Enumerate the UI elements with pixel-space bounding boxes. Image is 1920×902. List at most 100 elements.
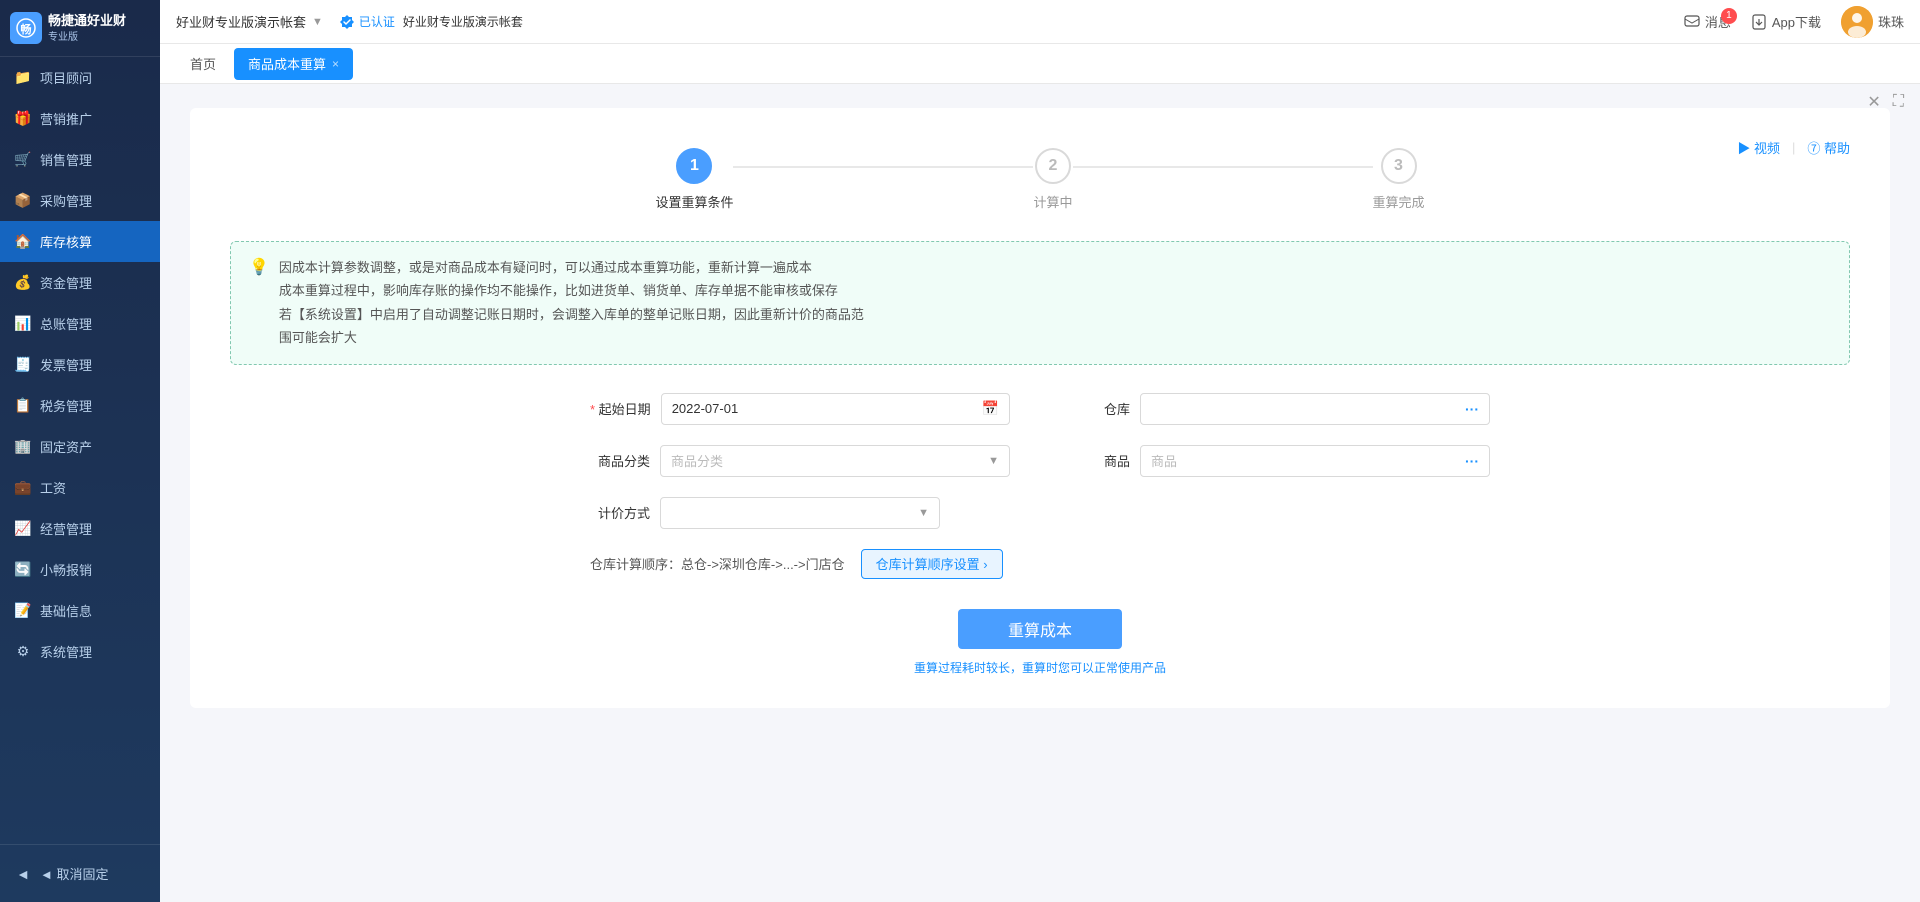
verified-text: 已认证 [359, 13, 395, 30]
marketing-icon: 🎁 [14, 110, 32, 128]
system-icon: ⚙ [14, 643, 32, 661]
logo-text: 畅捷通好业财 专业版 [48, 13, 126, 44]
sidebar-item-expense[interactable]: 🔄 小畅报销 [0, 549, 160, 590]
sidebar-item-inventory[interactable]: 🏠 库存核算 [0, 221, 160, 262]
recalc-section: 重算成本 重算过程耗时较长，重算时您可以正常使用产品 [590, 609, 1490, 676]
expense-icon: 🔄 [14, 561, 32, 579]
sales-icon: 🛒 [14, 151, 32, 169]
warehouse-more-btn[interactable]: ··· [1465, 401, 1479, 417]
warehouse-select[interactable]: ··· [1140, 393, 1490, 425]
account-name-display: 好业财专业版演示帐套 [176, 12, 306, 31]
finance-icon: 💰 [14, 274, 32, 292]
sidebar-item-label-tax: 税务管理 [40, 396, 92, 415]
sidebar-item-finance[interactable]: 💰 资金管理 [0, 262, 160, 303]
step-1: 1 设置重算条件 [655, 148, 733, 211]
pricing-select[interactable]: ▼ [660, 497, 940, 529]
app-download-button[interactable]: App下载 [1751, 12, 1821, 31]
form-container: 起始日期 📅 仓库 ··· [590, 393, 1490, 676]
sidebar-item-label-expense: 小畅报销 [40, 560, 92, 579]
purchase-icon: 📦 [14, 192, 32, 210]
sidebar-logo: 畅 畅捷通好业财 专业版 [0, 0, 160, 57]
sidebar-item-label-accounting: 总账管理 [40, 314, 92, 333]
sidebar-bottom: ◄ ◄ 取消固定 [0, 844, 160, 902]
step-2: 2 计算中 [1033, 148, 1072, 211]
warehouse-order-row: 仓库计算顺序：总仓->深圳仓库->...->门店仓 仓库计算顺序设置 › [590, 549, 1490, 579]
sidebar-item-assets[interactable]: 🏢 固定资产 [0, 426, 160, 467]
account-display-name: 好业财专业版演示帐套 [403, 13, 523, 30]
sidebar-item-operations[interactable]: 📈 经营管理 [0, 508, 160, 549]
product-more-btn[interactable]: ··· [1465, 453, 1479, 469]
category-row: 商品分类 商品分类 ▼ [590, 445, 1010, 477]
sidebar-item-marketing[interactable]: 🎁 营销推广 [0, 98, 160, 139]
operations-icon: 📈 [14, 520, 32, 538]
notification-count: 1 [1721, 8, 1737, 24]
user-name: 珠珠 [1878, 12, 1904, 31]
product-select[interactable]: 商品 ··· [1140, 445, 1490, 477]
unpin-label: ◄ 取消固定 [40, 864, 108, 883]
sidebar-item-label-marketing: 营销推广 [40, 109, 92, 128]
notice-box: 💡 因成本计算参数调整，或是对商品成本有疑问时，可以通过成本重算功能，重新计算一… [230, 241, 1850, 365]
sidebar: 畅 畅捷通好业财 专业版 📁 项目顾问 🎁 营销推广 🛒 销售管理 📦 采购管理… [0, 0, 160, 902]
sidebar-item-label-sales: 销售管理 [40, 150, 92, 169]
accounting-icon: 📊 [14, 315, 32, 333]
recalc-button[interactable]: 重算成本 [958, 609, 1122, 649]
category-select[interactable]: 商品分类 ▼ [660, 445, 1010, 477]
calendar-icon[interactable]: 📅 [982, 400, 999, 417]
logo-icon: 畅 [10, 12, 42, 44]
account-selector[interactable]: 好业财专业版演示帐套 ▼ [176, 12, 323, 31]
product-placeholder: 商品 [1151, 451, 1177, 470]
step-line-2-3 [1073, 166, 1373, 168]
app-download-label: App下载 [1772, 12, 1821, 31]
tax-icon: 📋 [14, 397, 32, 415]
tab-recalc-label: 商品成本重算 [248, 54, 326, 73]
sidebar-item-label-inventory: 库存核算 [40, 232, 92, 251]
start-date-input[interactable] [672, 401, 982, 416]
account-dropdown-arrow: ▼ [312, 16, 323, 28]
sidebar-item-accounting[interactable]: 📊 总账管理 [0, 303, 160, 344]
tab-close-button[interactable]: × [332, 57, 339, 71]
warehouse-order-settings-button[interactable]: 仓库计算顺序设置 › [861, 549, 1003, 579]
sidebar-item-salary[interactable]: 💼 工资 [0, 467, 160, 508]
sidebar-item-label-system: 系统管理 [40, 642, 92, 661]
sidebar-item-purchase[interactable]: 📦 采购管理 [0, 180, 160, 221]
tab-recalc[interactable]: 商品成本重算 × [234, 48, 353, 80]
expand-window-button[interactable]: ⛶ [1893, 93, 1904, 111]
basic-icon: 📝 [14, 602, 32, 620]
top-bar-right: 消息 1 App下载 珠珠 [1684, 6, 1904, 38]
warehouse-order-text: 仓库计算顺序：总仓->深圳仓库->...->门店仓 [590, 554, 845, 573]
sidebar-item-label-invoice: 发票管理 [40, 355, 92, 374]
start-date-row: 起始日期 📅 [590, 393, 1010, 425]
sidebar-item-project[interactable]: 📁 项目顾问 [0, 57, 160, 98]
sidebar-item-label-finance: 资金管理 [40, 273, 92, 292]
unpin-button[interactable]: ◄ ◄ 取消固定 [0, 855, 160, 892]
project-icon: 📁 [14, 69, 32, 87]
content-card: ▶ 视频 | ⑦ 帮助 1 设置重算条件 2 计算中 [190, 108, 1890, 708]
pricing-row: 计价方式 ▼ [590, 497, 1490, 529]
tab-home[interactable]: 首页 [176, 48, 230, 80]
verified-badge: 已认证 好业财专业版演示帐套 [339, 13, 523, 30]
notice-content: 因成本计算参数调整，或是对商品成本有疑问时，可以通过成本重算功能，重新计算一遍成… [279, 256, 864, 350]
sidebar-item-system[interactable]: ⚙ 系统管理 [0, 631, 160, 672]
sidebar-item-label-purchase: 采购管理 [40, 191, 92, 210]
warehouse-row: 仓库 ··· [1070, 393, 1490, 425]
step-3: 3 重算完成 [1373, 148, 1425, 211]
notice-icon: 💡 [249, 257, 269, 277]
sidebar-item-label-assets: 固定资产 [40, 437, 92, 456]
sidebar-item-tax[interactable]: 📋 税务管理 [0, 385, 160, 426]
pricing-label: 计价方式 [590, 503, 650, 522]
avatar [1841, 6, 1873, 38]
sidebar-item-invoice[interactable]: 🧾 发票管理 [0, 344, 160, 385]
inventory-icon: 🏠 [14, 233, 32, 251]
sidebar-item-basic[interactable]: 📝 基础信息 [0, 590, 160, 631]
svg-text:畅: 畅 [21, 22, 32, 36]
warehouse-order-btn-label: 仓库计算顺序设置 › [876, 554, 988, 573]
sidebar-item-sales[interactable]: 🛒 销售管理 [0, 139, 160, 180]
step-1-label: 设置重算条件 [655, 192, 733, 211]
main-area: 好业财专业版演示帐套 ▼ 已认证 好业财专业版演示帐套 消息 1 [160, 0, 1920, 902]
sidebar-nav: 📁 项目顾问 🎁 营销推广 🛒 销售管理 📦 采购管理 🏠 库存核算 💰 资金管… [0, 57, 160, 844]
message-button[interactable]: 消息 1 [1684, 12, 1731, 31]
start-date-input-wrapper[interactable]: 📅 [661, 393, 1010, 425]
step-3-circle: 3 [1381, 148, 1417, 184]
user-profile[interactable]: 珠珠 [1841, 6, 1904, 38]
warehouse-label: 仓库 [1070, 399, 1130, 418]
